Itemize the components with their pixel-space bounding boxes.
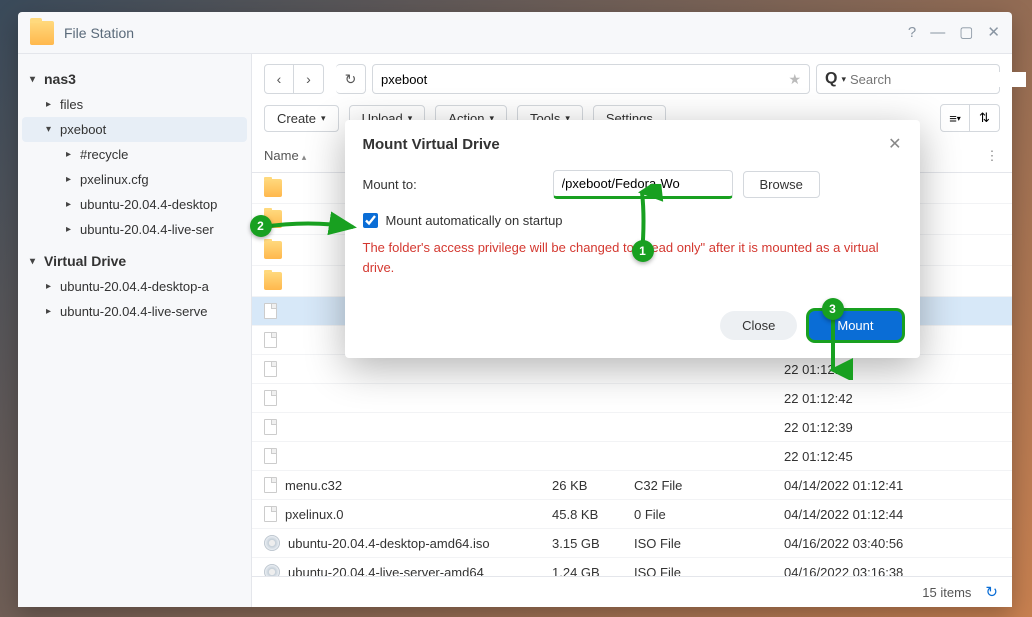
sidebar-vd-item-1[interactable]: ▸ubuntu-20.04.4-live-serve bbox=[22, 299, 247, 324]
mount-to-label: Mount to: bbox=[363, 177, 543, 192]
sidebar-root-nas3[interactable]: ▾nas3 bbox=[22, 66, 247, 92]
sidebar-vd-item-0[interactable]: ▸ubuntu-20.04.4-desktop-a bbox=[22, 274, 247, 299]
modal-close-icon[interactable]: ✕ bbox=[888, 134, 901, 154]
sidebar: ▾nas3 ▸files ▾pxeboot ▸#recycle ▸pxelinu… bbox=[18, 54, 252, 607]
modal-warning: The folder's access privilege will be ch… bbox=[363, 238, 902, 277]
sidebar-item-ubuntu-desktop[interactable]: ▸ubuntu-20.04.4-desktop bbox=[22, 192, 247, 217]
sidebar-item-ubuntu-live[interactable]: ▸ubuntu-20.04.4-live-ser bbox=[22, 217, 247, 242]
annotation-badge-2: 2 bbox=[250, 215, 272, 237]
mount-modal: Mount Virtual Drive ✕ Mount to: Browse M… bbox=[345, 120, 920, 358]
mount-to-input[interactable] bbox=[553, 170, 733, 199]
sidebar-item-pxeboot[interactable]: ▾pxeboot bbox=[22, 117, 247, 142]
app-window: File Station ? — ▢ ✕ ▾nas3 ▸files ▾pxebo… bbox=[18, 12, 1012, 607]
modal-close-button[interactable]: Close bbox=[720, 311, 797, 340]
modal-mount-button[interactable]: Mount bbox=[809, 311, 901, 340]
sidebar-item-recycle[interactable]: ▸#recycle bbox=[22, 142, 247, 167]
app-icon bbox=[30, 21, 54, 45]
auto-mount-label: Mount automatically on startup bbox=[386, 213, 563, 228]
sidebar-item-files[interactable]: ▸files bbox=[22, 92, 247, 117]
modal-title: Mount Virtual Drive bbox=[363, 136, 500, 153]
auto-mount-checkbox[interactable] bbox=[363, 213, 378, 228]
browse-button[interactable]: Browse bbox=[743, 171, 820, 198]
sidebar-root-virtualdrive[interactable]: ▾Virtual Drive bbox=[22, 248, 247, 274]
sidebar-item-pxelinuxcfg[interactable]: ▸pxelinux.cfg bbox=[22, 167, 247, 192]
